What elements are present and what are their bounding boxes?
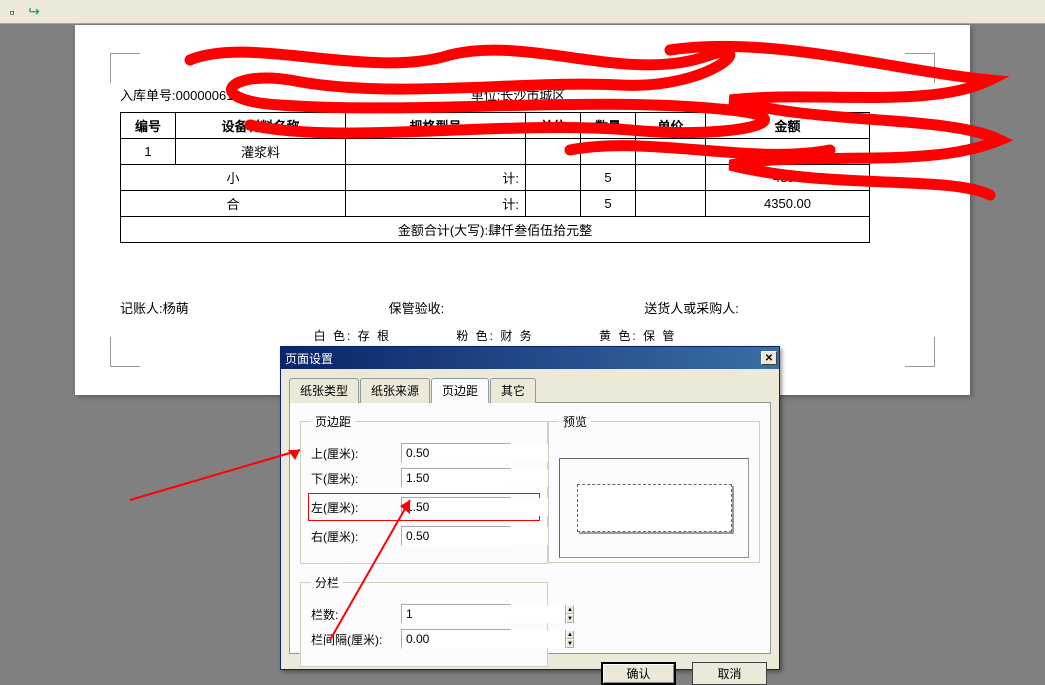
exit-icon[interactable]: ↪ — [26, 4, 42, 20]
column-gap-spinner[interactable]: ▲▼ — [401, 629, 511, 649]
margin-bottom-label: 下(厘米): — [311, 470, 401, 487]
dialog-titlebar[interactable]: 页面设置 ✕ — [281, 347, 779, 369]
col-unit: 单位 — [526, 113, 581, 139]
signature-row: 记账人:杨萌 保管验收: 送货人或采购人: — [120, 298, 870, 317]
margin-bottom-spinner[interactable]: ▲▼ — [401, 468, 511, 488]
column-count-spinner[interactable]: ▲▼ — [401, 604, 511, 624]
page-setup-dialog: 页面设置 ✕ 纸张类型 纸张来源 页边距 其它 页边距 上(厘米): ▲▼ 下(… — [280, 346, 780, 670]
columns-legend: 分栏 — [311, 574, 343, 591]
col-no: 编号 — [121, 113, 176, 139]
col-name: 设备材料名称 — [176, 113, 346, 139]
document-subheader: 入库单号:000000612 单位:长沙市城区 — [120, 85, 870, 104]
crop-mark — [905, 337, 935, 367]
table-row: 1 灌浆料 — [121, 139, 870, 165]
tab-paper-source[interactable]: 纸张来源 — [360, 378, 430, 403]
margin-preview — [559, 458, 749, 558]
column-gap-input[interactable] — [402, 630, 565, 648]
total-row: 合 计: 5 4350.00 — [121, 191, 870, 217]
amount-words-row: 金额合计(大写):肆仟叁佰伍拾元整 — [121, 217, 870, 243]
print-preview-page: 入库单号:000000612 单位:长沙市城区 编号 设备材料名称 规格型号 单… — [75, 25, 970, 395]
preview-group: 预览 — [548, 413, 760, 563]
margin-left-row-highlighted: 左(厘米): ▲▼ — [308, 493, 540, 521]
maximize-icon[interactable]: ▫ — [4, 4, 20, 20]
tab-other[interactable]: 其它 — [490, 378, 536, 403]
margin-top-spinner[interactable]: ▲▼ — [401, 443, 511, 463]
margin-top-row: 上(厘米): ▲▼ — [311, 443, 537, 463]
column-count-label: 栏数: — [311, 606, 401, 623]
tab-paper-type[interactable]: 纸张类型 — [289, 378, 359, 403]
dialog-title: 页面设置 — [285, 350, 333, 367]
tab-panel-margins: 页边距 上(厘米): ▲▼ 下(厘米): ▲▼ 左(厘米): — [289, 402, 771, 654]
inventory-table: 编号 设备材料名称 规格型号 单位 数量 单价 金额 1 灌浆料 小 计: — [120, 112, 870, 243]
column-gap-row: 栏间隔(厘米): ▲▼ — [311, 629, 537, 649]
tab-margins[interactable]: 页边距 — [431, 378, 489, 403]
margin-left-spinner[interactable]: ▲▼ — [401, 497, 511, 517]
table-header-row: 编号 设备材料名称 规格型号 单位 数量 单价 金额 — [121, 113, 870, 139]
crop-mark — [905, 53, 935, 83]
margin-bottom-row: 下(厘米): ▲▼ — [311, 468, 537, 488]
margin-right-input[interactable] — [402, 527, 565, 545]
column-gap-label: 栏间隔(厘米): — [311, 631, 401, 648]
dialog-tabs: 纸张类型 纸张来源 页边距 其它 — [289, 377, 771, 402]
col-price: 单价 — [636, 113, 706, 139]
preview-legend: 预览 — [559, 413, 591, 430]
margin-right-row: 右(厘米): ▲▼ — [311, 526, 537, 546]
margins-group: 页边距 上(厘米): ▲▼ 下(厘米): ▲▼ 左(厘米): — [300, 413, 548, 564]
close-icon[interactable]: ✕ — [761, 351, 777, 365]
cancel-button[interactable]: 取消 — [692, 662, 767, 685]
preview-page-icon — [577, 484, 732, 532]
subtotal-row: 小 计: 5 4350 — [121, 165, 870, 191]
col-amount: 金额 — [706, 113, 870, 139]
copy-colors-line: 白 色: 存 根 粉 色: 财 务 黄 色: 保 管 — [120, 327, 870, 344]
column-count-row: 栏数: ▲▼ — [311, 604, 537, 624]
toolbar: ▫ ↪ — [0, 0, 1045, 24]
columns-group: 分栏 栏数: ▲▼ 栏间隔(厘米): ▲▼ — [300, 574, 548, 667]
margin-left-label: 左(厘米): — [311, 499, 401, 516]
margin-right-label: 右(厘米): — [311, 528, 401, 545]
margin-top-label: 上(厘米): — [311, 445, 401, 462]
margin-right-spinner[interactable]: ▲▼ — [401, 526, 511, 546]
col-spec: 规格型号 — [346, 113, 526, 139]
margin-top-input[interactable] — [402, 444, 565, 462]
ok-button[interactable]: 确认 — [601, 662, 676, 685]
margin-left-input[interactable] — [402, 498, 565, 516]
column-count-input[interactable] — [402, 605, 565, 623]
margin-bottom-input[interactable] — [402, 469, 565, 487]
col-qty: 数量 — [581, 113, 636, 139]
margins-legend: 页边距 — [311, 413, 355, 430]
